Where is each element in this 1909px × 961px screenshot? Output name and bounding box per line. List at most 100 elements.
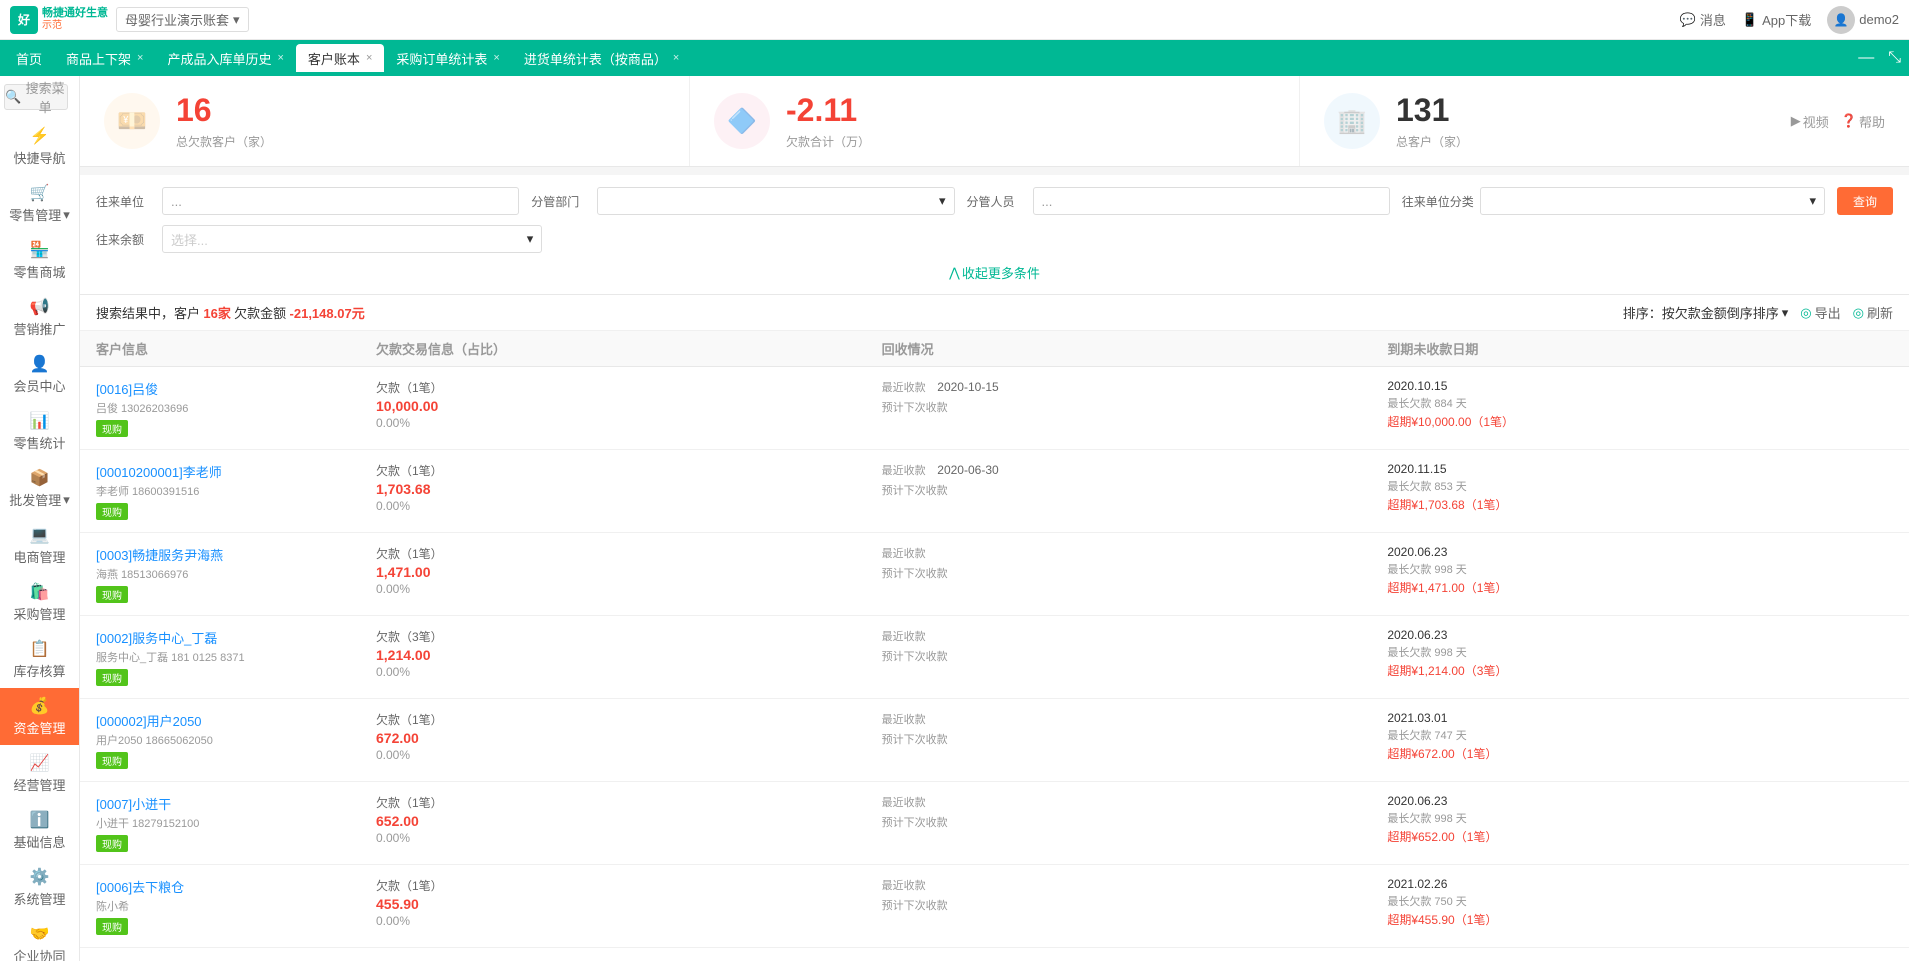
tab-goods-close[interactable]: × xyxy=(137,52,143,64)
tab-customer-account-close[interactable]: × xyxy=(366,52,372,64)
sidebar-item-finance[interactable]: 💰 资金管理 xyxy=(0,688,79,745)
video-btn[interactable]: ▶ 视频 xyxy=(1791,112,1829,131)
col-debt-info: 欠款交易信息（占比） xyxy=(376,339,882,358)
sidebar-item-system[interactable]: ⚙️ 系统管理 xyxy=(0,859,79,916)
due-date-6: 2021.02.26 xyxy=(1387,877,1893,891)
sidebar-item-operations[interactable]: 📈 经营管理 xyxy=(0,745,79,802)
tab-purchase-stats-close[interactable]: × xyxy=(673,52,679,64)
sidebar-item-ecommerce[interactable]: 💻 电商管理 xyxy=(0,517,79,574)
marketing-icon: 📢 xyxy=(30,297,50,317)
message-btn[interactable]: 💬 消息 xyxy=(1680,10,1726,29)
tab-purchase-order-close[interactable]: × xyxy=(493,52,499,64)
overdue-amount-0[interactable]: 超期¥10,000.00（1笔） xyxy=(1387,413,1893,430)
due-date-4: 2021.03.01 xyxy=(1387,711,1893,725)
sidebar-item-enterprise[interactable]: 🤝 企业协同 xyxy=(0,916,79,961)
sidebar-item-quick-nav[interactable]: ⚡ 快捷导航 xyxy=(0,118,79,175)
filter-source-unit: 往来单位 ... xyxy=(96,187,519,215)
tab-customer-account[interactable]: 客户账本 × xyxy=(296,44,384,72)
debt-amount-2: 1,471.00 xyxy=(376,564,882,580)
customer-contact-3: 服务中心_丁磊 181 0125 8371 xyxy=(96,649,376,665)
maximize-btn[interactable]: ⤡ xyxy=(1884,49,1905,67)
customer-name-2[interactable]: [0003]畅捷服务尹海燕 xyxy=(96,545,376,564)
balance-label: 往来余额 xyxy=(96,231,156,248)
overdue-cell-3: 2020.06.23 最长欠款 998 天 超期¥1,214.00（3笔） xyxy=(1387,628,1893,679)
customer-name-3[interactable]: [0002]服务中心_丁磊 xyxy=(96,628,376,647)
stat-label-debt-amount: 欠款合计（万） xyxy=(786,133,870,150)
sidebar-item-retail-mall[interactable]: 🏪 零售商城 xyxy=(0,232,79,289)
collapse-btn[interactable]: ⋀ 收起更多条件 xyxy=(949,263,1040,282)
debt-ratio-0: 0.00% xyxy=(376,416,882,430)
sort-arrow: ▾ xyxy=(1782,305,1789,321)
table-row: [000001]黄思源 黄思源 13552700226 现购 欠款（1笔） 42… xyxy=(80,948,1909,961)
tab-purchase-order-label: 采购订单统计表 xyxy=(396,49,487,68)
sidebar-item-marketing[interactable]: 📢 营销推广 xyxy=(0,289,79,346)
sidebar-item-batch-mgmt[interactable]: 📦 批发管理 ▾ xyxy=(0,460,79,517)
unit-category-select[interactable]: ▾ xyxy=(1480,187,1825,215)
stat-info-total-customers: 131 总客户（家） xyxy=(1396,92,1468,150)
last-payment-label-4: 最近收款 xyxy=(882,714,926,726)
store-selector[interactable]: 母婴行业演示账套 ▾ xyxy=(116,7,249,32)
help-btn[interactable]: ❓ 帮助 xyxy=(1841,112,1885,131)
tab-product-history-close[interactable]: × xyxy=(277,52,283,64)
tab-purchase-order[interactable]: 采购订单统计表 × xyxy=(384,44,511,72)
overdue-amount-3[interactable]: 超期¥1,214.00（3笔） xyxy=(1387,662,1893,679)
tab-goods[interactable]: 商品上下架 × xyxy=(54,44,155,72)
sidebar-item-retail-mgmt[interactable]: 🛒 零售管理 ▾ xyxy=(0,175,79,232)
batch-mgmt-icon: 📦 xyxy=(30,468,50,488)
table-row: [0006]去下粮仓 陈小希 现购 欠款（1笔） 455.90 0.00% 最近… xyxy=(80,865,1909,948)
overdue-amount-2[interactable]: 超期¥1,471.00（1笔） xyxy=(1387,579,1893,596)
tab-purchase-stats[interactable]: 进货单统计表（按商品） × xyxy=(512,44,691,72)
sidebar-item-retail-stats[interactable]: 📊 零售统计 xyxy=(0,403,79,460)
debt-count-5: 欠款（1笔） xyxy=(376,794,882,811)
manager-input[interactable]: ... xyxy=(1033,187,1390,215)
user-profile[interactable]: 👤 demo2 xyxy=(1827,6,1899,34)
sidebar-item-inventory[interactable]: 📋 库存核算 xyxy=(0,631,79,688)
stat-info-debt-customers: 16 总欠款客户（家） xyxy=(176,92,272,150)
tab-product-history[interactable]: 产成品入库单历史 × xyxy=(155,44,295,72)
overdue-days-6: 最长欠款 750 天 xyxy=(1387,893,1893,909)
app-download-btn[interactable]: 📱 App下载 xyxy=(1742,10,1811,29)
source-unit-input[interactable]: ... xyxy=(162,187,519,215)
overdue-amount-6[interactable]: 超期¥455.90（1笔） xyxy=(1387,911,1893,928)
sidebar-item-purchase[interactable]: 🛍️ 采购管理 xyxy=(0,574,79,631)
sidebar-item-member[interactable]: 👤 会员中心 xyxy=(0,346,79,403)
overdue-amount-4[interactable]: 超期¥672.00（1笔） xyxy=(1387,745,1893,762)
debt-amount-3: 1,214.00 xyxy=(376,647,882,663)
dept-select[interactable]: ▾ xyxy=(597,187,954,215)
debt-ratio-4: 0.00% xyxy=(376,748,882,762)
table-row: [000002]用户2050 用户2050 18665062050 现购 欠款（… xyxy=(80,699,1909,782)
table-row: [0002]服务中心_丁磊 服务中心_丁磊 181 0125 8371 现购 欠… xyxy=(80,616,1909,699)
table-header: 客户信息 欠款交易信息（占比） 回收情况 到期未收款日期 xyxy=(80,331,1909,367)
export-btn[interactable]: ◎ 导出 xyxy=(1800,303,1840,322)
customer-name-1[interactable]: [00010200001]李老师 xyxy=(96,462,376,481)
stat-card-debt-customers: 💴 16 总欠款客户（家） xyxy=(80,76,690,166)
customer-name-0[interactable]: [0016]吕俊 xyxy=(96,379,376,398)
search-button[interactable]: 查询 xyxy=(1837,187,1893,215)
overdue-days-4: 最长欠款 747 天 xyxy=(1387,727,1893,743)
sort-select[interactable]: 排序：按欠款金额倒序排序 ▾ xyxy=(1623,303,1789,322)
enterprise-icon: 🤝 xyxy=(30,924,50,944)
balance-select[interactable]: 选择... ▾ xyxy=(162,225,542,253)
filter-balance: 往来余额 选择... ▾ xyxy=(96,225,542,253)
customer-name-6[interactable]: [0006]去下粮仓 xyxy=(96,877,376,896)
refresh-btn[interactable]: ◎ 刷新 xyxy=(1853,303,1893,322)
customer-name-4[interactable]: [000002]用户2050 xyxy=(96,711,376,730)
batch-mgmt-label: 批发管理 xyxy=(9,490,61,509)
sidebar-search-btn[interactable]: 🔍 搜索菜单 xyxy=(4,84,68,110)
operations-icon: 📈 xyxy=(30,753,50,773)
customer-name-5[interactable]: [0007]小迸干 xyxy=(96,794,376,813)
next-payment-0: 预计下次收款 xyxy=(882,399,1388,415)
tab-home-label: 首页 xyxy=(16,49,42,68)
customer-contact-1: 李老师 18600391516 xyxy=(96,483,376,499)
unit-category-dropdown-icon: ▾ xyxy=(1809,193,1816,209)
debt-cell-5: 欠款（1笔） 652.00 0.00% xyxy=(376,794,882,845)
overdue-amount-1[interactable]: 超期¥1,703.68（1笔） xyxy=(1387,496,1893,513)
tab-home[interactable]: 首页 xyxy=(4,44,54,72)
purchase-label: 采购管理 xyxy=(13,604,65,623)
sidebar-item-basic-info[interactable]: ℹ️ 基础信息 xyxy=(0,802,79,859)
overdue-amount-5[interactable]: 超期¥652.00（1笔） xyxy=(1387,828,1893,845)
dept-label: 分管部门 xyxy=(531,193,591,210)
minimize-btn[interactable]: — xyxy=(1854,49,1878,67)
tab-customer-account-label: 客户账本 xyxy=(308,49,360,68)
inventory-label: 库存核算 xyxy=(13,661,65,680)
